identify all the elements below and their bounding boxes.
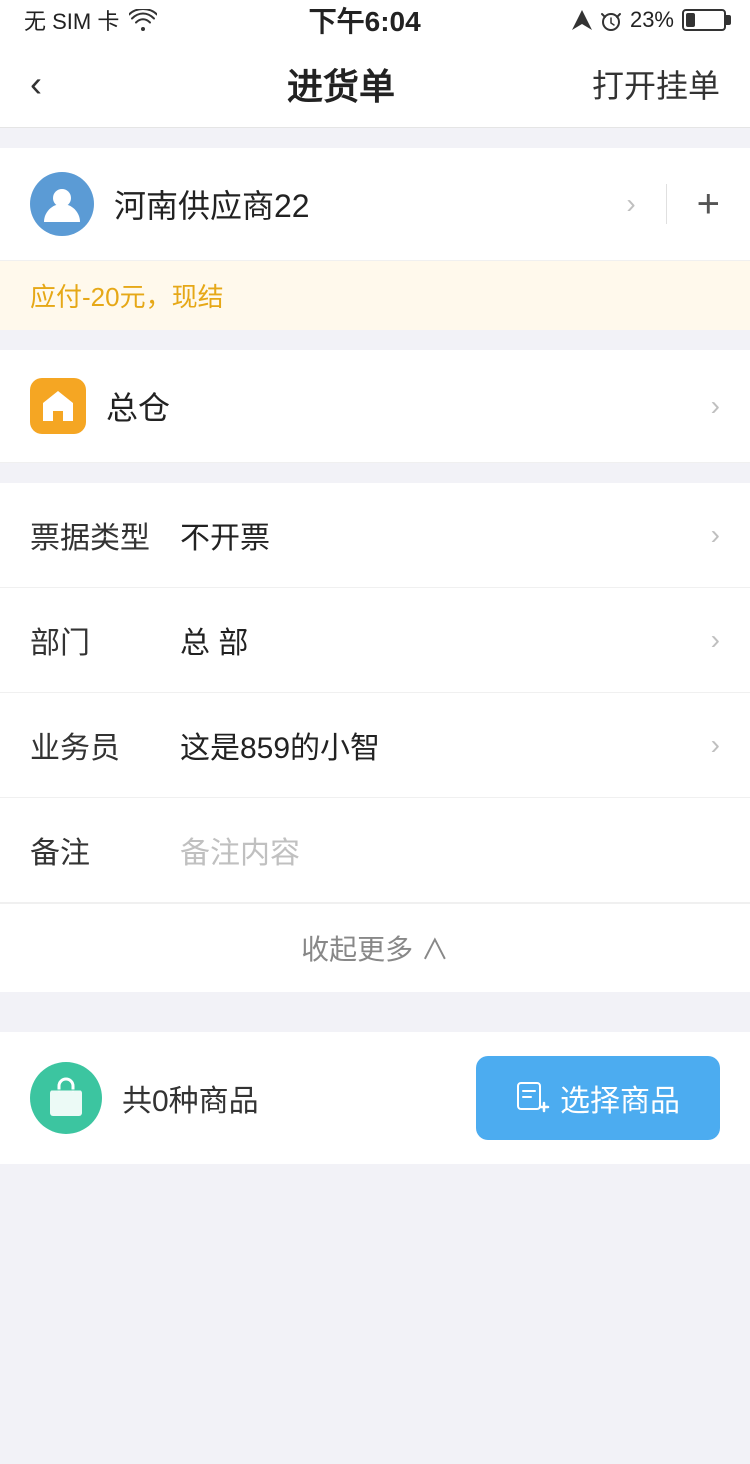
wifi-icon: [129, 9, 157, 31]
bottom-bar: 共0种商品 选择商品: [0, 1032, 750, 1164]
ticket-chevron-icon: ›: [711, 519, 720, 551]
notice-text: 应付-20元，现结: [30, 282, 224, 312]
warehouse-row[interactable]: 总仓 ›: [0, 350, 750, 463]
select-product-icon: [516, 1081, 550, 1115]
salesman-chevron-icon: ›: [711, 729, 720, 761]
add-supplier-button[interactable]: +: [697, 182, 720, 227]
dept-label: 部门: [30, 618, 180, 662]
battery-icon: [682, 9, 726, 31]
house-icon: [41, 389, 75, 423]
select-product-button[interactable]: 选择商品: [476, 1056, 720, 1140]
page-background: [0, 1164, 750, 1464]
supplier-name: 河南供应商22: [114, 181, 626, 227]
ticket-type-value: 不开票: [180, 513, 711, 557]
cart-icon-wrap: [30, 1062, 102, 1134]
section-gap-1: [0, 128, 750, 148]
supplier-row[interactable]: 河南供应商22 › +: [0, 148, 750, 261]
collapse-text: 收起更多 ∧: [301, 928, 449, 968]
form-section: 票据类型 不开票 › 部门 总 部 › 业务员 这是859的小智 › 备注 备注…: [0, 483, 750, 992]
location-icon: [572, 10, 592, 30]
nav-bar: ‹ 进货单 打开挂单: [0, 40, 750, 128]
select-product-label: 选择商品: [560, 1076, 680, 1120]
remark-row[interactable]: 备注 备注内容: [0, 798, 750, 903]
supplier-avatar: [30, 172, 94, 236]
page-title: 进货单: [287, 58, 395, 110]
warehouse-name: 总仓: [106, 383, 711, 429]
vertical-divider: [666, 184, 667, 224]
remark-label: 备注: [30, 828, 180, 872]
alarm-icon: [600, 9, 622, 31]
back-button[interactable]: ‹: [30, 63, 90, 105]
warehouse-icon-wrap: [30, 378, 86, 434]
warehouse-chevron-icon: ›: [711, 390, 720, 422]
user-icon: [42, 184, 82, 224]
salesman-value: 这是859的小智: [180, 723, 711, 767]
status-right: 23%: [572, 7, 726, 33]
supplier-section: 河南供应商22 › + 应付-20元，现结: [0, 148, 750, 330]
ticket-type-label: 票据类型: [30, 513, 180, 557]
ticket-type-row[interactable]: 票据类型 不开票 ›: [0, 483, 750, 588]
salesman-label: 业务员: [30, 723, 180, 767]
shopping-bag-icon: [44, 1076, 88, 1120]
battery-percent: 23%: [630, 7, 674, 33]
section-gap-2: [0, 330, 750, 350]
sim-text: 无 SIM 卡: [24, 4, 119, 36]
supplier-chevron-icon: ›: [626, 188, 635, 220]
collapse-row[interactable]: 收起更多 ∧: [0, 903, 750, 992]
warehouse-section: 总仓 ›: [0, 350, 750, 463]
status-bar: 无 SIM 卡 下午6:04 23%: [0, 0, 750, 40]
item-count-label: 共0种商品: [122, 1076, 456, 1120]
remark-input[interactable]: 备注内容: [180, 828, 720, 872]
dept-row[interactable]: 部门 总 部 ›: [0, 588, 750, 693]
notice-bar: 应付-20元，现结: [0, 261, 750, 330]
status-time: 下午6:04: [309, 0, 421, 40]
section-gap-3: [0, 463, 750, 483]
salesman-row[interactable]: 业务员 这是859的小智 ›: [0, 693, 750, 798]
section-gap-4: [0, 992, 750, 1012]
open-pending-button[interactable]: 打开挂单: [592, 61, 720, 107]
dept-value: 总 部: [180, 618, 711, 662]
status-left: 无 SIM 卡: [24, 4, 157, 36]
dept-chevron-icon: ›: [711, 624, 720, 656]
